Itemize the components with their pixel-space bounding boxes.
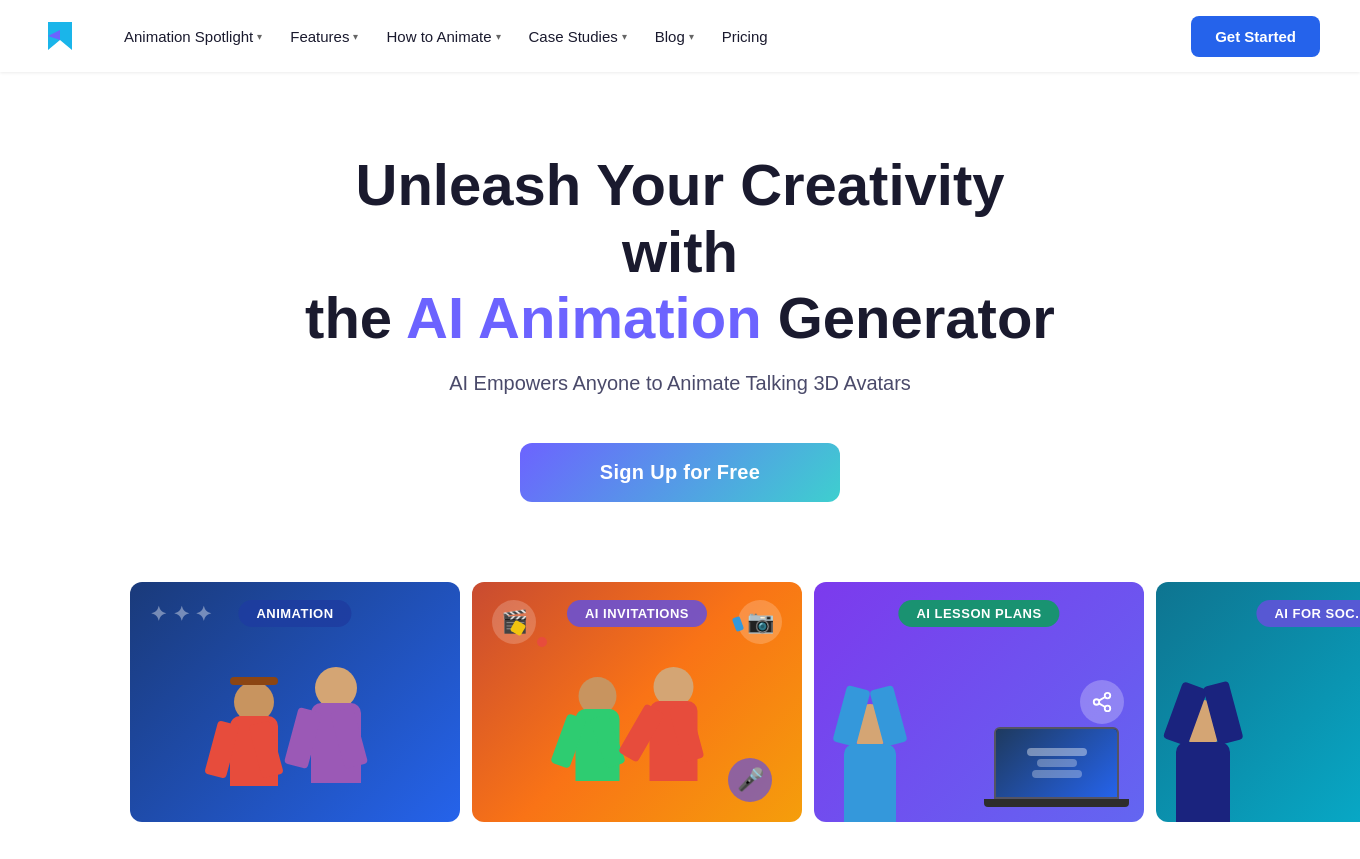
nav-links: Animation Spotlight ▾ Features ▾ How to … xyxy=(112,20,1191,53)
hero-subtitle: AI Empowers Anyone to Animate Talking 3D… xyxy=(449,372,911,395)
svg-line-3 xyxy=(1099,703,1105,707)
sign-up-button[interactable]: Sign Up for Free xyxy=(520,443,840,502)
camera-icon: 📷 xyxy=(738,600,782,644)
chevron-down-icon: ▾ xyxy=(353,31,358,42)
nav-item-pricing[interactable]: Pricing xyxy=(710,20,780,53)
card-label-ai-lesson-plans: AI LESSON PLANS xyxy=(898,600,1059,627)
cards-strip: ANIMATION ✦ ✦ xyxy=(0,582,1360,822)
hero-section: Unleash Your Creativity with the AI Anim… xyxy=(0,72,1360,562)
chevron-down-icon: ▾ xyxy=(689,31,694,42)
chevron-down-icon: ▾ xyxy=(496,31,501,42)
svg-point-2 xyxy=(1105,706,1111,712)
card-ai-for-social[interactable]: AI FOR SOC... 🔔 1 xyxy=(1156,582,1360,822)
nav-item-blog[interactable]: Blog ▾ xyxy=(643,20,706,53)
nav-item-how-to-animate[interactable]: How to Animate ▾ xyxy=(374,20,512,53)
card-label-ai-for-social: AI FOR SOC... xyxy=(1256,600,1360,627)
card-label-ai-invitations: AI INVITATIONS xyxy=(567,600,707,627)
nav-item-case-studies[interactable]: Case Studies ▾ xyxy=(517,20,639,53)
svg-line-4 xyxy=(1099,697,1105,701)
logo[interactable] xyxy=(40,16,80,56)
card-ai-lesson-plans[interactable]: AI LESSON PLANS xyxy=(814,582,1144,822)
chevron-down-icon: ▾ xyxy=(622,31,627,42)
hero-title: Unleash Your Creativity with the AI Anim… xyxy=(290,152,1070,352)
svg-point-0 xyxy=(1105,693,1111,699)
chevron-down-icon: ▾ xyxy=(257,31,262,42)
nav-item-features[interactable]: Features ▾ xyxy=(278,20,370,53)
svg-point-1 xyxy=(1094,699,1100,705)
card-ai-invitations[interactable]: AI INVITATIONS 🎬 📷 xyxy=(472,582,802,822)
get-started-button[interactable]: Get Started xyxy=(1191,16,1320,57)
nav-cta: Get Started xyxy=(1191,16,1320,57)
mic-icon: 🎤 xyxy=(728,758,772,802)
share-icon xyxy=(1080,680,1124,724)
card-animation[interactable]: ANIMATION ✦ ✦ xyxy=(130,582,460,822)
card-label-animation: ANIMATION xyxy=(238,600,351,627)
navbar: Animation Spotlight ▾ Features ▾ How to … xyxy=(0,0,1360,72)
nav-item-animation-spotlight[interactable]: Animation Spotlight ▾ xyxy=(112,20,274,53)
